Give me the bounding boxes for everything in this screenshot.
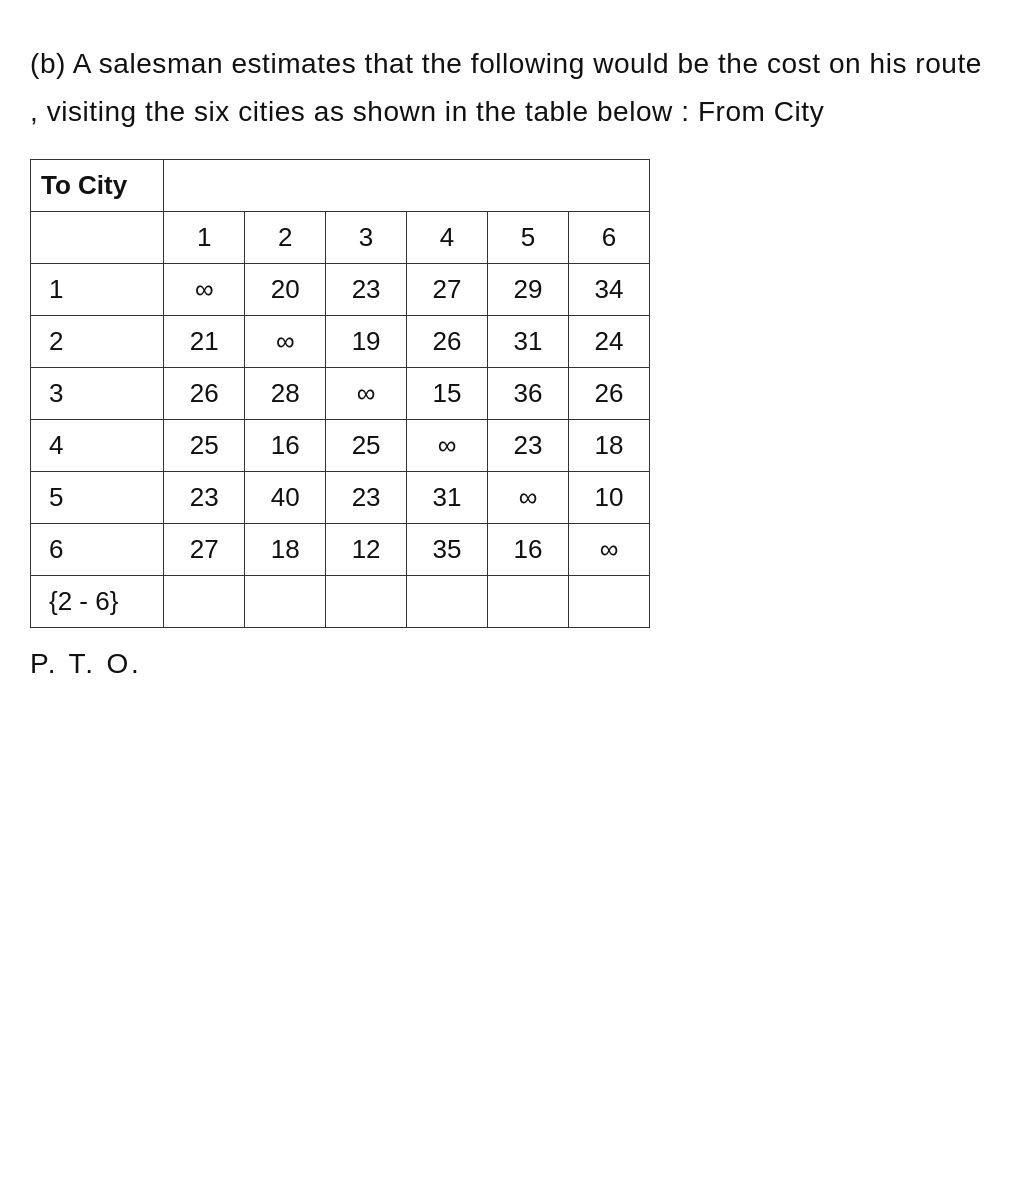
- cell: 16: [245, 420, 326, 472]
- cell: 26: [568, 368, 649, 420]
- row-label: 4: [31, 420, 164, 472]
- cell: 12: [326, 524, 407, 576]
- cell: 36: [488, 368, 569, 420]
- col-5-header: 5: [488, 212, 569, 264]
- cell: ∞: [245, 316, 326, 368]
- table-row: 6 27 18 12 35 16 ∞: [31, 524, 650, 576]
- col-3-header: 3: [326, 212, 407, 264]
- cell: 16: [488, 524, 569, 576]
- table-row: 1 ∞ 20 23 27 29 34: [31, 264, 650, 316]
- cell: 21: [164, 316, 245, 368]
- row-label: 2: [31, 316, 164, 368]
- from-city-label: [164, 160, 650, 212]
- cell: 28: [245, 368, 326, 420]
- question-text: (b) A salesman estimates that the follow…: [30, 40, 994, 135]
- to-city-label: To City: [31, 160, 164, 212]
- cell: 27: [407, 264, 488, 316]
- cell: 23: [488, 420, 569, 472]
- cell: 18: [568, 420, 649, 472]
- cell-empty: [488, 576, 569, 628]
- table-row: 4 25 16 25 ∞ 23 18: [31, 420, 650, 472]
- cell: 10: [568, 472, 649, 524]
- main-header-row: To City: [31, 160, 650, 212]
- cell: 40: [245, 472, 326, 524]
- table-row: 3 26 28 ∞ 15 36 26: [31, 368, 650, 420]
- cell: 23: [326, 472, 407, 524]
- cell: ∞: [164, 264, 245, 316]
- cell: ∞: [488, 472, 569, 524]
- cell: ∞: [568, 524, 649, 576]
- cell: 25: [326, 420, 407, 472]
- cell-empty: [326, 576, 407, 628]
- cell: 20: [245, 264, 326, 316]
- cell: 31: [488, 316, 569, 368]
- col-2-header: 2: [245, 212, 326, 264]
- corner-cell: [31, 212, 164, 264]
- cell: 26: [407, 316, 488, 368]
- cell: 34: [568, 264, 649, 316]
- col-4-header: 4: [407, 212, 488, 264]
- pto-text: P. T. O.: [30, 648, 994, 680]
- cell: 23: [326, 264, 407, 316]
- row-label: 6: [31, 524, 164, 576]
- col-6-header: 6: [568, 212, 649, 264]
- cell-empty: [407, 576, 488, 628]
- cell: 18: [245, 524, 326, 576]
- cell-empty: [568, 576, 649, 628]
- cell: 35: [407, 524, 488, 576]
- cell-empty: [245, 576, 326, 628]
- col-header-row: 1 2 3 4 5 6: [31, 212, 650, 264]
- cell: 19: [326, 316, 407, 368]
- cell: 27: [164, 524, 245, 576]
- row-label: 3: [31, 368, 164, 420]
- col-1-header: 1: [164, 212, 245, 264]
- cell-empty: [164, 576, 245, 628]
- cell: 25: [164, 420, 245, 472]
- cell: 29: [488, 264, 569, 316]
- row-label: 5: [31, 472, 164, 524]
- paragraph-content: (b) A salesman estimates that the follow…: [30, 48, 982, 127]
- set-label: {2 - 6}: [31, 576, 164, 628]
- cell: ∞: [326, 368, 407, 420]
- cost-table-wrapper: To City 1 2 3 4 5 6 1 ∞ 20 23 27 29 34 2…: [30, 159, 994, 628]
- cell: 24: [568, 316, 649, 368]
- cell: 23: [164, 472, 245, 524]
- row-label: 1: [31, 264, 164, 316]
- cell: ∞: [407, 420, 488, 472]
- table-row: 2 21 ∞ 19 26 31 24: [31, 316, 650, 368]
- cell: 15: [407, 368, 488, 420]
- cell: 26: [164, 368, 245, 420]
- table-row: 5 23 40 23 31 ∞ 10: [31, 472, 650, 524]
- table-row-set: {2 - 6}: [31, 576, 650, 628]
- cell: 31: [407, 472, 488, 524]
- cost-table: To City 1 2 3 4 5 6 1 ∞ 20 23 27 29 34 2…: [30, 159, 650, 628]
